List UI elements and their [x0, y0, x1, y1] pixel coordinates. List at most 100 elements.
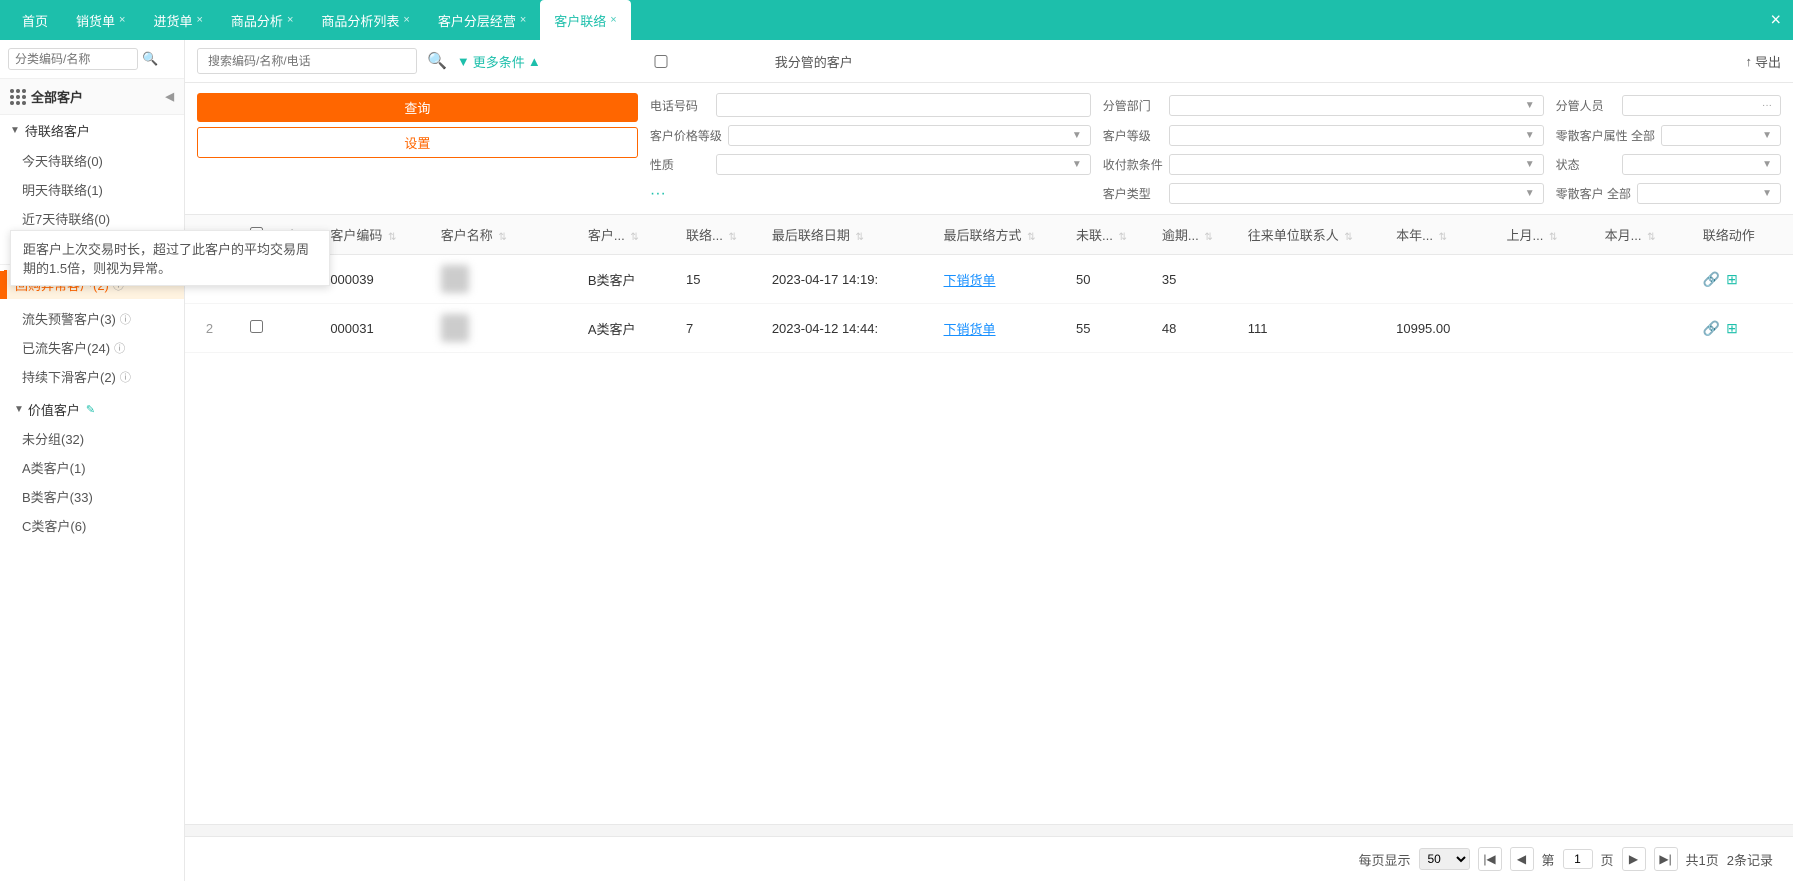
row2-check[interactable] — [234, 304, 278, 353]
payment-label: 收付款条件 — [1103, 156, 1163, 173]
nav-close-purchase[interactable]: × — [196, 14, 202, 26]
status-select[interactable]: ▼ — [1622, 154, 1781, 175]
query-button[interactable]: 查询 — [197, 93, 638, 122]
filter-payment-row: 收付款条件 ▼ — [1103, 154, 1544, 175]
nav-close-analysis[interactable]: × — [287, 14, 293, 26]
sidebar-item-today[interactable]: 今天待联络(0) — [0, 146, 184, 175]
nav-customer-segment[interactable]: 客户分层经营 × — [424, 0, 540, 40]
row2-link-icon[interactable]: 🔗 — [1703, 320, 1720, 337]
close-all-button[interactable]: × — [1770, 10, 1781, 31]
col-lastmonth-header[interactable]: 上月... ⇅ — [1499, 215, 1597, 255]
sidebar-item-tomorrow[interactable]: 明天待联络(1) — [0, 175, 184, 204]
sidebar-search-icon[interactable]: 🔍 — [142, 51, 158, 67]
row1-link-icon[interactable]: 🔗 — [1703, 271, 1720, 288]
price-grade-select[interactable]: ▼ — [728, 125, 1091, 146]
nav-close-customer-segment[interactable]: × — [520, 14, 526, 26]
row1-lastway[interactable]: 下销货单 — [936, 255, 1068, 304]
settings-button[interactable]: 设置 — [197, 127, 638, 158]
sidebar-item-already-lost[interactable]: 已流失客户(24) ⓘ — [0, 333, 184, 362]
row2-lastway[interactable]: 下销货单 — [936, 304, 1068, 353]
row2-thisyear: 10995.00 — [1388, 304, 1498, 353]
sidebar-item-a-class[interactable]: A类客户(1) — [0, 453, 184, 482]
nav-close-sales[interactable]: × — [119, 14, 125, 26]
customer-table: ⚙ 客户编码 ⇅ 客户名称 ⇅ 客户... ⇅ — [185, 215, 1793, 353]
row2-action: 🔗 ⊞ — [1695, 304, 1793, 353]
row2-checkbox[interactable] — [250, 320, 263, 333]
prev-page-btn[interactable]: ◀ — [1510, 847, 1534, 871]
retail-attr-select[interactable]: ▼ — [1661, 125, 1781, 146]
tooltip-popup: 距客户上次交易时长，超过了此客户的平均交易周期的1.5倍，则视为异常。 — [10, 230, 185, 286]
col-thisyear-header[interactable]: 本年... ⇅ — [1388, 215, 1498, 255]
sidebar-item-declining[interactable]: 持续下滑客户(2) ⓘ — [0, 362, 184, 391]
my-customer-checkbox[interactable]: 我分管的客户 — [551, 52, 853, 71]
my-customer-check[interactable] — [551, 55, 771, 68]
search-input[interactable] — [197, 48, 417, 74]
retail-select[interactable]: ▼ — [1637, 183, 1781, 204]
search-button[interactable]: 🔍 — [427, 51, 447, 71]
first-page-btn[interactable]: |◀ — [1478, 847, 1502, 871]
sidebar-item-ungroup[interactable]: 未分组(32) — [0, 424, 184, 453]
sort-icon-thisyear: ⇅ — [1439, 232, 1447, 243]
export-icon: ↑ — [1745, 54, 1752, 69]
next-page-btn[interactable]: ▶ — [1622, 847, 1646, 871]
nav-purchase[interactable]: 进货单 × — [139, 0, 216, 40]
row2-grid-icon[interactable]: ⊞ — [1726, 320, 1738, 337]
nature-select[interactable]: ▼ — [716, 154, 1091, 175]
sidebar-item-c-class[interactable]: C类客户(6) — [0, 511, 184, 540]
row2-date: 2023-04-12 14:44: — [764, 304, 936, 353]
row1-lastway-link[interactable]: 下销货单 — [944, 273, 996, 288]
payment-select[interactable]: ▼ — [1169, 154, 1544, 175]
nav-customer-contact[interactable]: 客户联络 × — [540, 0, 630, 40]
sidebar-search-input[interactable] — [8, 48, 138, 70]
col-overdue-header[interactable]: 逾期... ⇅ — [1154, 215, 1240, 255]
manager-select[interactable]: ··· — [1622, 95, 1781, 116]
triangle-icon: ▼ — [10, 125, 20, 136]
last-page-btn[interactable]: ▶| — [1654, 847, 1678, 871]
cust-type-select[interactable]: ▼ — [1169, 183, 1544, 204]
sort-icon-lastway: ⇅ — [1027, 232, 1035, 243]
page-number-input[interactable] — [1563, 849, 1593, 869]
more-filter-button[interactable]: ▼ 更多条件 ▲ — [457, 52, 541, 71]
col-lastway-header[interactable]: 最后联络方式 ⇅ — [936, 215, 1068, 255]
value-group-header[interactable]: ▼ 价值客户 ✎ — [0, 395, 184, 424]
filter-cust-type-row: 客户类型 ▼ — [1103, 183, 1544, 204]
pending-group-label: 待联络客户 — [25, 121, 90, 140]
sort-icon-history: ⇅ — [1344, 232, 1352, 243]
sidebar-item-lost-warning[interactable]: 流失预警客户(3) ⓘ — [0, 304, 184, 333]
row1-type: B类客户 — [580, 255, 678, 304]
grade-select[interactable]: ▼ — [1169, 125, 1544, 146]
cust-type-chevron: ▼ — [1525, 188, 1535, 199]
row1-grid-icon[interactable]: ⊞ — [1726, 271, 1738, 288]
nav-analysis[interactable]: 商品分析 × — [217, 0, 307, 40]
all-customers-header[interactable]: 全部客户 ◀ — [0, 79, 184, 115]
sidebar: 🔍 全部客户 ◀ ▼ 待联络客户 今天待联络(0) 明天待联络(1) 近7天待联… — [0, 40, 185, 881]
col-type-header[interactable]: 客户... ⇅ — [580, 215, 678, 255]
col-name-header[interactable]: 客户名称 ⇅ — [433, 215, 580, 255]
col-contact-header[interactable]: 联络... ⇅ — [678, 215, 764, 255]
grade-label: 客户等级 — [1103, 127, 1163, 144]
col-date-header[interactable]: 最后联络日期 ⇅ — [764, 215, 936, 255]
page-size-select[interactable]: 50 100 200 — [1419, 848, 1470, 870]
nav-close-analysis-list[interactable]: × — [403, 14, 409, 26]
sidebar-item-b-class[interactable]: B类客户(33) — [0, 482, 184, 511]
col-history-header[interactable]: 往来单位联系人 ⇅ — [1240, 215, 1388, 255]
col-uncontact-header[interactable]: 未联... ⇅ — [1068, 215, 1154, 255]
nav-home[interactable]: 首页 — [8, 0, 62, 40]
horizontal-scrollbar[interactable] — [185, 824, 1793, 836]
sidebar-item-7days[interactable]: 近7天待联络(0) — [0, 204, 184, 233]
nav-analysis-list[interactable]: 商品分析列表 × — [307, 0, 423, 40]
value-group-edit[interactable]: ✎ — [86, 403, 95, 416]
col-code-header[interactable]: 客户编码 ⇅ — [322, 215, 432, 255]
pending-group-header[interactable]: ▼ 待联络客户 — [0, 115, 184, 146]
nav-close-customer-contact[interactable]: × — [610, 14, 616, 26]
more-options-icon[interactable]: ··· — [650, 185, 666, 203]
lost-help-icon: ⓘ — [120, 311, 131, 327]
row2-contact: 7 — [678, 304, 764, 353]
export-button[interactable]: ↑ 导出 — [1745, 52, 1781, 71]
phone-input[interactable] — [716, 93, 1091, 117]
nav-sales[interactable]: 销货单 × — [62, 0, 139, 40]
row2-lastway-link[interactable]: 下销货单 — [944, 322, 996, 337]
row2-overdue: 48 — [1154, 304, 1240, 353]
col-thismonth-header[interactable]: 本月... ⇅ — [1597, 215, 1695, 255]
dept-select[interactable]: ▼ — [1169, 95, 1544, 116]
